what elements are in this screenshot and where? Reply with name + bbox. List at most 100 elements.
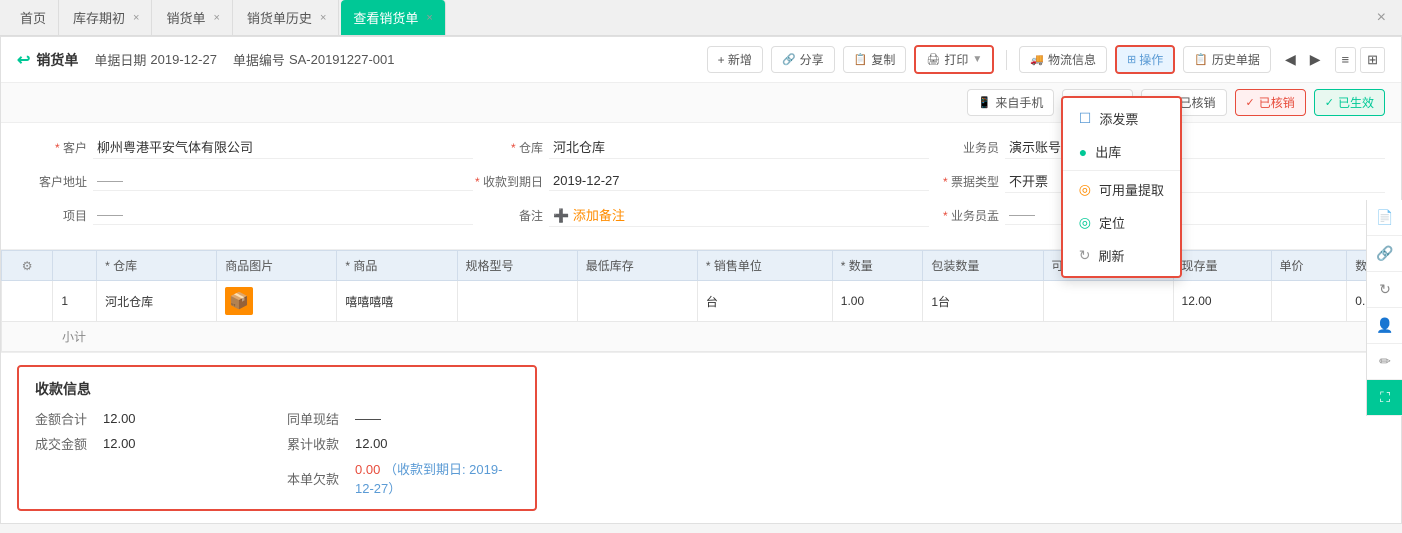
separator1 xyxy=(1006,50,1007,70)
customer-field: 客户 柳州粤港平安气体有限公司 xyxy=(17,135,473,159)
new-btn[interactable]: + 新增 xyxy=(707,46,763,73)
copy-btn[interactable]: 📋 复制 xyxy=(843,46,907,73)
row-unit: 台 xyxy=(697,281,832,322)
row-min-stock xyxy=(577,281,697,322)
summary-settlement-value: —— xyxy=(355,411,381,426)
note-add-btn[interactable]: ➕ 添加备注 xyxy=(549,203,929,227)
address-label: 客户地址 xyxy=(17,173,87,190)
summary-title: 收款信息 xyxy=(35,379,519,399)
col-unit: * 销售单位 xyxy=(697,251,832,281)
print-btn[interactable]: 🖨 打印 ▼ xyxy=(914,45,994,74)
available-qty-icon: ◎ xyxy=(1079,181,1091,198)
dropdown-available-qty[interactable]: ◎ 可用量提取 xyxy=(1063,173,1180,206)
doc-title: ↩ 销货单 xyxy=(17,50,78,70)
logistics-btn[interactable]: 🚚 物流信息 xyxy=(1019,46,1107,73)
right-expand-btn[interactable]: ⛶ xyxy=(1367,380,1402,416)
cancelled-tag: ✓ 已核销 xyxy=(1235,89,1306,116)
col-stock: 现存量 xyxy=(1173,251,1271,281)
tab-inventory-open-close[interactable]: × xyxy=(133,12,139,24)
tab-sales-order-close[interactable]: × xyxy=(213,12,219,24)
tab-view-sales-label: 查看销货单 xyxy=(353,8,418,27)
summary-transaction-value: 12.00 xyxy=(103,436,136,451)
operation-btn[interactable]: ⊞ 操作 xyxy=(1115,45,1175,74)
ticket-type-label: 票据类型 xyxy=(929,173,999,190)
right-user-btn[interactable]: 👤 xyxy=(1367,308,1402,344)
tab-inventory-open[interactable]: 库存期初 × xyxy=(61,0,152,35)
tab-sales-order[interactable]: 销货单 × xyxy=(154,0,232,35)
col-qty: * 数量 xyxy=(832,251,923,281)
col-pack-qty: 包装数量 xyxy=(923,251,1043,281)
col-seq xyxy=(53,251,97,281)
row-available xyxy=(1043,281,1173,322)
add-invoice-icon: ☐ xyxy=(1079,110,1092,127)
warehouse-label: 仓库 xyxy=(473,139,543,156)
due-date-field: 收款到期日 2019-12-27 xyxy=(473,171,929,191)
right-refresh-btn[interactable]: ↻ xyxy=(1367,272,1402,308)
second-bar: 📱 来自手机 未开票 ✓ 已核销 ✓ 已核销 ✓ 已生效 xyxy=(1,83,1401,123)
row-pack-qty: 1台 xyxy=(923,281,1043,322)
dropdown-locate[interactable]: ◎ 定位 xyxy=(1063,206,1180,239)
project-label: 项目 xyxy=(17,207,87,224)
tab-sales-history-close[interactable]: × xyxy=(320,12,326,24)
warehouse-field: 仓库 河北仓库 xyxy=(473,135,929,159)
locate-icon: ◎ xyxy=(1079,214,1091,231)
project-field: 项目 —— xyxy=(17,205,473,225)
summary-total-value: 12.00 xyxy=(103,411,136,426)
doc-no-value: SA-20191227-001 xyxy=(289,52,395,67)
main-content: ↩ 销货单 单据日期 2019-12-27 单据编号 SA-20191227-0… xyxy=(0,36,1402,524)
tab-view-sales-close[interactable]: × xyxy=(426,12,432,24)
tab-home[interactable]: 首页 xyxy=(8,0,59,35)
col-product: * 商品 xyxy=(337,251,457,281)
col-warehouse: * 仓库 xyxy=(97,251,217,281)
tab-sales-history[interactable]: 销货单历史 × xyxy=(235,0,339,35)
toolbar: + 新增 🔗 分享 📋 复制 🖨 打印 ▼ 🚚 物 xyxy=(707,45,1385,74)
col-image: 商品图片 xyxy=(217,251,337,281)
layout-list-btn[interactable]: ≡ xyxy=(1335,47,1357,73)
operations-dropdown: ☐ 添发票 ● 出库 ◎ 可用量提取 ◎ 定位 ↻ 刷新 xyxy=(1061,96,1182,278)
share-btn[interactable]: 🔗 分享 xyxy=(771,46,835,73)
next-btn[interactable]: ▶ xyxy=(1304,47,1327,72)
available-qty-label: 可用量提取 xyxy=(1099,180,1164,199)
refresh-label: 刷新 xyxy=(1099,246,1125,265)
col-price: 单价 xyxy=(1271,251,1347,281)
customer-value[interactable]: 柳州粤港平安气体有限公司 xyxy=(93,135,473,159)
doc-meta: 单据日期 2019-12-27 单据编号 SA-20191227-001 xyxy=(94,50,394,69)
out-warehouse-icon: ● xyxy=(1079,144,1087,160)
project-value[interactable]: —— xyxy=(93,205,473,225)
summary-cumulative-label: 累计收款 xyxy=(287,434,347,453)
dropdown-add-invoice[interactable]: ☐ 添发票 xyxy=(1063,102,1180,135)
table-header-row: ⚙ * 仓库 商品图片 * 商品 规格型号 最低库存 * 销售单位 * 数量 包… xyxy=(2,251,1401,281)
summary-cumulative-value: 12.00 xyxy=(355,436,388,451)
tab-view-sales[interactable]: 查看销货单 × xyxy=(341,0,445,35)
summary-balance-value: 0.00 （收款到期日: 2019-12-27） xyxy=(355,459,519,497)
layout-grid-btn[interactable]: ⊞ xyxy=(1360,47,1385,73)
row-gear xyxy=(2,281,53,322)
summary-cumulative-row: 累计收款 12.00 xyxy=(287,434,519,453)
dropdown-out-warehouse[interactable]: ● 出库 xyxy=(1063,135,1180,168)
history-btn[interactable]: 📋 历史单据 xyxy=(1183,46,1271,73)
address-value[interactable]: —— xyxy=(93,171,473,191)
product-table-wrapper: ⚙ * 仓库 商品图片 * 商品 规格型号 最低库存 * 销售单位 * 数量 包… xyxy=(1,250,1401,353)
summary-transaction-label: 成交金额 xyxy=(35,434,95,453)
dropdown-refresh[interactable]: ↻ 刷新 xyxy=(1063,239,1180,272)
prev-btn[interactable]: ◀ xyxy=(1279,47,1302,72)
product-image: 📦 xyxy=(225,287,253,315)
staff-label: 业务员 xyxy=(929,139,999,156)
window-close-btn[interactable]: × xyxy=(1369,9,1394,26)
phone-btn[interactable]: 📱 来自手机 xyxy=(967,89,1055,116)
toolbar-nav: ◀ ▶ xyxy=(1279,47,1327,72)
doc-date-label: 单据日期 2019-12-27 xyxy=(94,50,217,69)
col-gear[interactable]: ⚙ xyxy=(2,251,53,281)
right-file-btn[interactable]: 📄 xyxy=(1367,200,1402,236)
col-spec: 规格型号 xyxy=(457,251,577,281)
right-edit-btn[interactable]: ✏ xyxy=(1367,344,1402,380)
tab-sales-order-label: 销货单 xyxy=(166,8,205,27)
right-link-btn[interactable]: 🔗 xyxy=(1367,236,1402,272)
tab-inventory-open-label: 库存期初 xyxy=(73,8,125,27)
due-date-value[interactable]: 2019-12-27 xyxy=(549,171,929,191)
add-invoice-label: 添发票 xyxy=(1099,109,1138,128)
warehouse-value[interactable]: 河北仓库 xyxy=(549,135,929,159)
row-qty: 1.00 xyxy=(832,281,923,322)
customer-label: 客户 xyxy=(17,139,87,156)
address-field: 客户地址 —— xyxy=(17,171,473,191)
